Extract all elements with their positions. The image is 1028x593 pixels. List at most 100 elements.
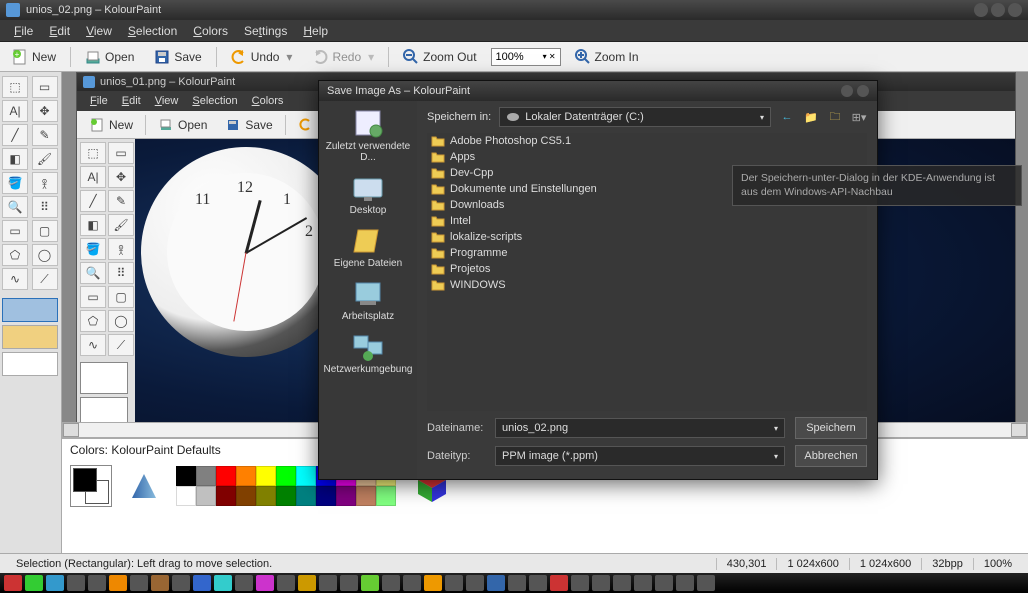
taskbar-icon[interactable]: [445, 575, 463, 591]
tool-polygon[interactable]: ⬠: [2, 244, 28, 266]
menu-help[interactable]: Help: [295, 22, 336, 40]
inner-tool[interactable]: 🪣: [80, 238, 106, 260]
color-swatch[interactable]: [216, 486, 236, 506]
filename-field[interactable]: unios_02.png▾: [495, 418, 785, 438]
inner-tool[interactable]: ⠿: [108, 262, 134, 284]
nav-newfolder-icon[interactable]: 🗀: [827, 109, 843, 125]
place-item[interactable]: Desktop: [321, 171, 415, 216]
inner-tool[interactable]: ⬠: [80, 310, 106, 332]
nav-view-icon[interactable]: ⊞▾: [851, 109, 867, 125]
file-item[interactable]: Intel: [427, 213, 867, 229]
taskbar-icon[interactable]: [298, 575, 316, 591]
taskbar-icon[interactable]: [214, 575, 232, 591]
dialog-close-button[interactable]: [857, 85, 869, 97]
inner-tool[interactable]: ✎: [108, 190, 134, 212]
color-swatch[interactable]: [196, 486, 216, 506]
color-swatch[interactable]: [276, 486, 296, 506]
taskbar-icon[interactable]: [676, 575, 694, 591]
taskbar-icon[interactable]: [151, 575, 169, 591]
tool-curve[interactable]: ∿: [2, 268, 28, 290]
taskbar-icon[interactable]: [361, 575, 379, 591]
place-item[interactable]: Zuletzt verwendete D...: [321, 107, 415, 163]
inner-tool[interactable]: ◧: [80, 214, 106, 236]
file-item[interactable]: lokalize-scripts: [427, 229, 867, 245]
menu-file[interactable]: File: [6, 22, 41, 40]
taskbar-icon[interactable]: [424, 575, 442, 591]
zoom-out-button[interactable]: Zoom Out: [397, 47, 482, 67]
inner-tool[interactable]: ✥: [108, 166, 134, 188]
maximize-button[interactable]: [991, 3, 1005, 17]
minimize-button[interactable]: [974, 3, 988, 17]
place-item[interactable]: Netzwerkumgebung: [321, 330, 415, 375]
inner-tool[interactable]: 𖨆: [108, 238, 134, 260]
inner-tool[interactable]: ⬚: [80, 142, 106, 164]
taskbar-icon[interactable]: [67, 575, 85, 591]
inner-menu-file[interactable]: File: [83, 93, 115, 109]
inner-tool[interactable]: A|: [80, 166, 106, 188]
taskbar-icon[interactable]: [571, 575, 589, 591]
menu-view[interactable]: View: [78, 22, 120, 40]
taskbar-icon[interactable]: [25, 575, 43, 591]
tool-ellipse[interactable]: ◯: [32, 244, 58, 266]
taskbar-icon[interactable]: [382, 575, 400, 591]
tool-text[interactable]: A|: [2, 100, 28, 122]
tool-option-3[interactable]: [2, 352, 58, 376]
tool-spray[interactable]: ⠿: [32, 196, 58, 218]
color-swatch[interactable]: [236, 486, 256, 506]
file-item[interactable]: Projetos: [427, 261, 867, 277]
taskbar-icon[interactable]: [130, 575, 148, 591]
place-item[interactable]: Eigene Dateien: [321, 224, 415, 269]
inner-tool[interactable]: ∿: [80, 334, 106, 356]
cancel-button[interactable]: Abbrechen: [795, 445, 867, 467]
tool-move[interactable]: ✥: [32, 100, 58, 122]
color-swatch[interactable]: [196, 466, 216, 486]
inner-open-button[interactable]: Open: [152, 115, 213, 135]
inner-menu-edit[interactable]: Edit: [115, 93, 148, 109]
tool-rect[interactable]: ▭: [2, 220, 28, 242]
tool-brush[interactable]: 🖌: [32, 148, 58, 170]
taskbar-icon[interactable]: [655, 575, 673, 591]
inner-tool[interactable]: ⟋: [108, 334, 134, 356]
inner-new-button[interactable]: New: [83, 115, 139, 135]
taskbar-icon[interactable]: [172, 575, 190, 591]
color-swatch[interactable]: [336, 486, 356, 506]
taskbar-icon[interactable]: [193, 575, 211, 591]
taskbar-icon[interactable]: [319, 575, 337, 591]
filetype-combo[interactable]: PPM image (*.ppm)▾: [495, 446, 785, 466]
tool-roundrect[interactable]: ▢: [32, 220, 58, 242]
redo-button[interactable]: Redo▾: [306, 47, 380, 67]
taskbar-icon[interactable]: [235, 575, 253, 591]
color-fgbg[interactable]: [70, 465, 112, 507]
taskbar-icon[interactable]: [403, 575, 421, 591]
color-swatch[interactable]: [356, 486, 376, 506]
menu-settings[interactable]: Settings: [236, 22, 295, 40]
inner-tool[interactable]: ▭: [80, 286, 106, 308]
dialog-help-button[interactable]: [841, 85, 853, 97]
zoom-input[interactable]: 100%▾ ✕: [491, 48, 561, 66]
color-swatch[interactable]: [376, 486, 396, 506]
close-button[interactable]: [1008, 3, 1022, 17]
inner-tool[interactable]: 🔍: [80, 262, 106, 284]
scroll-right-arrow[interactable]: [1011, 423, 1027, 437]
menu-colors[interactable]: Colors: [185, 22, 236, 40]
file-item[interactable]: Apps: [427, 149, 867, 165]
taskbar-icon[interactable]: [88, 575, 106, 591]
color-swatch[interactable]: [176, 466, 196, 486]
save-button[interactable]: Save: [148, 47, 207, 67]
undo-button[interactable]: Undo▾: [225, 47, 299, 67]
open-button[interactable]: Open: [79, 47, 140, 67]
color-swatch[interactable]: [316, 486, 336, 506]
taskbar-icon[interactable]: [487, 575, 505, 591]
color-swatch[interactable]: [216, 466, 236, 486]
inner-menu-selection[interactable]: Selection: [185, 93, 244, 109]
taskbar-icon[interactable]: [697, 575, 715, 591]
color-swatch[interactable]: [176, 486, 196, 506]
file-item[interactable]: Programme: [427, 245, 867, 261]
taskbar-icon[interactable]: [466, 575, 484, 591]
inner-save-button[interactable]: Save: [219, 115, 278, 135]
taskbar-icon[interactable]: [634, 575, 652, 591]
taskbar-icon[interactable]: [613, 575, 631, 591]
taskbar-icon[interactable]: [46, 575, 64, 591]
inner-menu-colors[interactable]: Colors: [245, 93, 291, 109]
taskbar-icon[interactable]: [508, 575, 526, 591]
